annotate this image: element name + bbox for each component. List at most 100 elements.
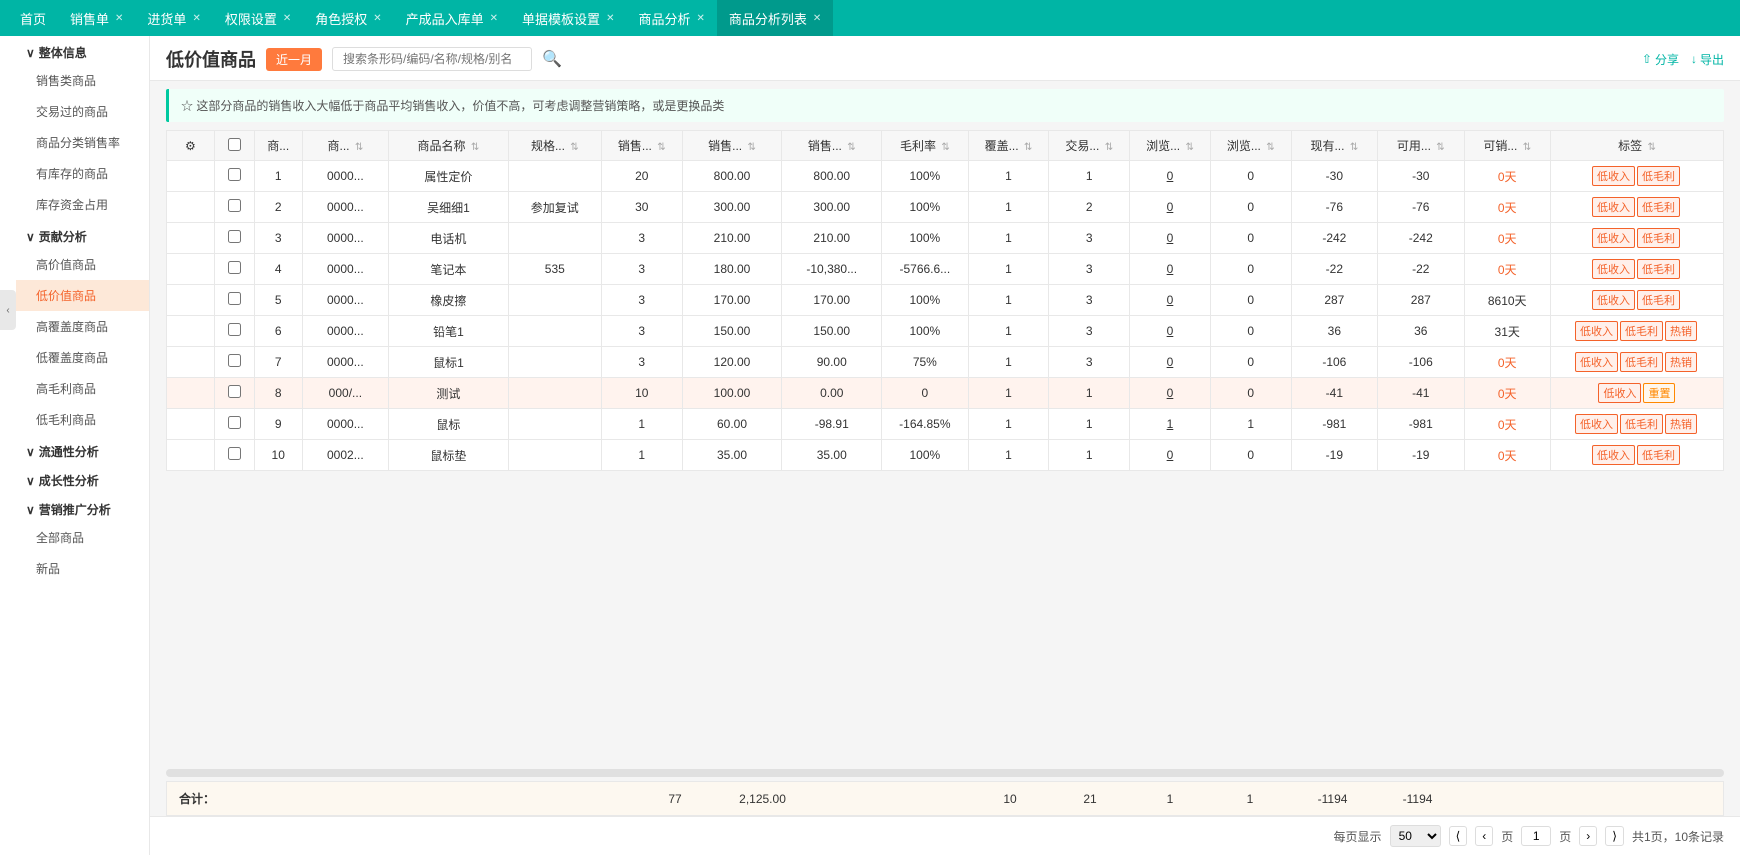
col-available[interactable]: 可用... ⇅ xyxy=(1378,131,1464,161)
cell-view1[interactable]: 0 xyxy=(1130,440,1211,471)
sidebar-item-high-coverage[interactable]: 高覆盖度商品 xyxy=(16,311,149,342)
row-checkbox[interactable] xyxy=(228,323,241,336)
view1-link[interactable]: 1 xyxy=(1167,417,1174,431)
cell-check[interactable] xyxy=(214,409,254,440)
sidebar-item-traded-products[interactable]: 交易过的商品 xyxy=(16,96,149,127)
search-input[interactable] xyxy=(332,47,532,71)
cell-check[interactable] xyxy=(214,347,254,378)
col-sale-qty[interactable]: 销售... ⇅ xyxy=(601,131,682,161)
cell-view1[interactable]: 0 xyxy=(1130,192,1211,223)
nav-purchase[interactable]: 进货单 ✕ xyxy=(135,0,212,36)
nav-close-product-analysis[interactable]: ✕ xyxy=(696,13,704,24)
nav-product-analysis[interactable]: 商品分析 ✕ xyxy=(626,0,716,36)
col-spec[interactable]: 规格... ⇅ xyxy=(508,131,601,161)
sidebar-item-stock-capital[interactable]: 库存资金占用 xyxy=(16,189,149,220)
col-name[interactable]: 商品名称 ⇅ xyxy=(389,131,509,161)
view1-link[interactable]: 0 xyxy=(1167,231,1174,245)
cell-check[interactable] xyxy=(214,285,254,316)
view1-link[interactable]: 0 xyxy=(1167,262,1174,276)
sidebar-item-high-profit[interactable]: 高毛利商品 xyxy=(16,373,149,404)
row-checkbox[interactable] xyxy=(228,199,241,212)
cell-view1[interactable]: 0 xyxy=(1130,223,1211,254)
view1-link[interactable]: 0 xyxy=(1167,324,1174,338)
row-checkbox[interactable] xyxy=(228,385,241,398)
cell-check[interactable] xyxy=(214,440,254,471)
export-btn[interactable]: ↓ 导出 xyxy=(1691,51,1724,68)
sidebar-item-sales-products[interactable]: 销售类商品 xyxy=(16,65,149,96)
cell-check[interactable] xyxy=(214,192,254,223)
col-check-all[interactable] xyxy=(214,131,254,161)
nav-home[interactable]: 首页 xyxy=(8,0,58,36)
cell-view1[interactable]: 0 xyxy=(1130,347,1211,378)
row-checkbox[interactable] xyxy=(228,292,241,305)
next-page-btn[interactable]: › xyxy=(1579,826,1597,846)
sidebar-item-new-products[interactable]: 新品 xyxy=(16,553,149,584)
nav-template[interactable]: 单据模板设置 ✕ xyxy=(510,0,626,36)
nav-product-analysis-list[interactable]: 商品分析列表 ✕ xyxy=(717,0,833,36)
search-icon[interactable]: 🔍 xyxy=(542,49,562,69)
view1-link[interactable]: 0 xyxy=(1167,355,1174,369)
nav-close-list[interactable]: ✕ xyxy=(813,13,821,24)
filter-recent-month-btn[interactable]: 近一月 xyxy=(266,48,322,71)
nav-close-purchase[interactable]: ✕ xyxy=(192,13,200,24)
col-stock[interactable]: 现有... ⇅ xyxy=(1291,131,1377,161)
row-checkbox[interactable] xyxy=(228,416,241,429)
sidebar-item-low-value[interactable]: 低价值商品 xyxy=(16,280,149,311)
col-view2[interactable]: 浏览... ⇅ xyxy=(1210,131,1291,161)
per-page-select[interactable]: 50 100 200 xyxy=(1390,825,1441,847)
nav-inventory-in[interactable]: 产成品入库单 ✕ xyxy=(394,0,510,36)
cell-view1[interactable]: 0 xyxy=(1130,378,1211,409)
sidebar-item-category-sales[interactable]: 商品分类销售率 xyxy=(16,127,149,158)
sidebar-item-high-value[interactable]: 高价值商品 xyxy=(16,249,149,280)
nav-close-permissions[interactable]: ✕ xyxy=(283,13,291,24)
col-profit-rate[interactable]: 毛利率 ⇅ xyxy=(882,131,968,161)
cell-view1[interactable]: 0 xyxy=(1130,161,1211,192)
cell-view1[interactable]: 1 xyxy=(1130,409,1211,440)
view1-link[interactable]: 0 xyxy=(1167,448,1174,462)
nav-close-inventory[interactable]: ✕ xyxy=(490,13,498,24)
sidebar-item-low-coverage[interactable]: 低覆盖度商品 xyxy=(16,342,149,373)
cell-check[interactable] xyxy=(214,316,254,347)
cell-check[interactable] xyxy=(214,254,254,285)
col-view1[interactable]: 浏览... ⇅ xyxy=(1130,131,1211,161)
cell-check[interactable] xyxy=(214,161,254,192)
view1-link[interactable]: 0 xyxy=(1167,169,1174,183)
col-code[interactable]: 商... ⇅ xyxy=(302,131,388,161)
cell-view1[interactable]: 0 xyxy=(1130,254,1211,285)
col-coverage[interactable]: 覆盖... ⇅ xyxy=(968,131,1049,161)
page-number-input[interactable] xyxy=(1521,826,1551,846)
nav-roles[interactable]: 角色授权 ✕ xyxy=(303,0,393,36)
nav-close-roles[interactable]: ✕ xyxy=(373,13,381,24)
col-tags[interactable]: 标签 ⇅ xyxy=(1550,131,1723,161)
share-btn[interactable]: ⇧ 分享 xyxy=(1642,51,1679,68)
row-checkbox[interactable] xyxy=(228,230,241,243)
sidebar-item-low-profit[interactable]: 低毛利商品 xyxy=(16,404,149,435)
col-trade[interactable]: 交易... ⇅ xyxy=(1049,131,1130,161)
view1-link[interactable]: 0 xyxy=(1167,200,1174,214)
first-page-btn[interactable]: ⟨ xyxy=(1449,826,1468,846)
nav-close-sales[interactable]: ✕ xyxy=(115,13,123,24)
cell-check[interactable] xyxy=(214,378,254,409)
nav-sales-order[interactable]: 销售单 ✕ xyxy=(58,0,135,36)
prev-page-btn[interactable]: ‹ xyxy=(1475,826,1493,846)
row-checkbox[interactable] xyxy=(228,447,241,460)
sidebar-item-stock-products[interactable]: 有库存的商品 xyxy=(16,158,149,189)
col-sale-amount[interactable]: 销售... ⇅ xyxy=(682,131,782,161)
col-settings[interactable]: ⚙ xyxy=(167,131,215,161)
check-all-checkbox[interactable] xyxy=(228,138,241,151)
view1-link[interactable]: 0 xyxy=(1167,293,1174,307)
sidebar-item-all-products[interactable]: 全部商品 xyxy=(16,522,149,553)
sidebar-collapse-btn[interactable]: ‹ xyxy=(0,290,16,330)
col-sellable[interactable]: 可销... ⇅ xyxy=(1464,131,1550,161)
col-sale-cost[interactable]: 销售... ⇅ xyxy=(782,131,882,161)
last-page-btn[interactable]: ⟩ xyxy=(1605,826,1624,846)
view1-link[interactable]: 0 xyxy=(1167,386,1174,400)
horizontal-scrollbar[interactable] xyxy=(166,769,1724,777)
row-checkbox[interactable] xyxy=(228,354,241,367)
row-checkbox[interactable] xyxy=(228,168,241,181)
nav-close-template[interactable]: ✕ xyxy=(606,13,614,24)
cell-check[interactable] xyxy=(214,223,254,254)
nav-permissions[interactable]: 权限设置 ✕ xyxy=(213,0,303,36)
cell-view1[interactable]: 0 xyxy=(1130,285,1211,316)
row-checkbox[interactable] xyxy=(228,261,241,274)
